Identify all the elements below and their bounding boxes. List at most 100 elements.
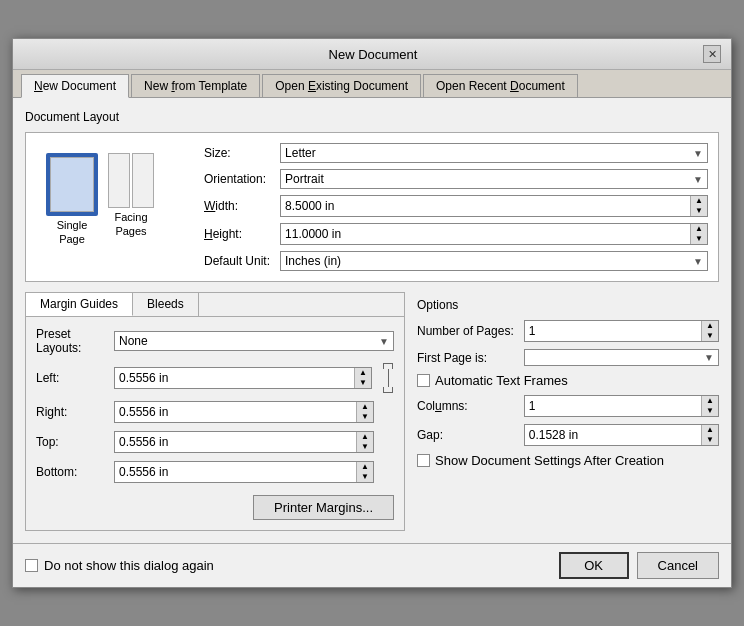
columns-spin-buttons: ▲ ▼ — [701, 396, 718, 416]
title-bar: New Document ✕ — [13, 39, 731, 70]
left-up-button[interactable]: ▲ — [355, 368, 371, 378]
width-label: Width: — [204, 199, 270, 213]
num-pages-field[interactable]: ▲ ▼ — [524, 320, 719, 342]
single-page-option[interactable]: SinglePage — [46, 153, 98, 247]
left-field[interactable]: ▲ ▼ — [114, 367, 372, 389]
tab-bar: New Document New from Template Open Exis… — [13, 70, 731, 98]
gap-down-button[interactable]: ▼ — [702, 435, 718, 445]
right-margin-row: Right: ▲ ▼ — [36, 401, 394, 423]
single-page-icon — [50, 157, 94, 212]
preset-layouts-row: Preset Layouts: None ▼ — [36, 327, 394, 355]
height-spin-buttons: ▲ ▼ — [690, 224, 707, 244]
columns-up-button[interactable]: ▲ — [702, 396, 718, 406]
gap-input[interactable] — [525, 425, 701, 445]
options-section: Options Number of Pages: ▲ ▼ First Page … — [417, 292, 719, 531]
tab-new-document[interactable]: New Document — [21, 74, 129, 98]
width-input[interactable] — [281, 196, 690, 216]
tab-new-template-label: New from Template — [144, 79, 247, 93]
right-down-button[interactable]: ▼ — [357, 412, 373, 422]
right-field[interactable]: ▲ ▼ — [114, 401, 374, 423]
bottom-margin-row: Bottom: ▲ ▼ — [36, 461, 394, 483]
bottom-field[interactable]: ▲ ▼ — [114, 461, 374, 483]
facing-pages-label: FacingPages — [114, 210, 147, 239]
gap-label: Gap: — [417, 428, 514, 442]
num-pages-down-button[interactable]: ▼ — [702, 331, 718, 341]
inner-tab-bar: Margin Guides Bleeds — [26, 293, 404, 317]
bottom-buttons: OK Cancel — [559, 552, 719, 579]
dialog-title: New Document — [43, 47, 703, 62]
auto-text-frames-label: Automatic Text Frames — [435, 373, 568, 388]
num-pages-up-button[interactable]: ▲ — [702, 321, 718, 331]
auto-text-frames-checkbox[interactable] — [417, 374, 430, 387]
right-spin-buttons: ▲ ▼ — [356, 402, 373, 422]
size-select[interactable]: Letter ▼ — [280, 143, 708, 163]
height-input[interactable] — [281, 224, 690, 244]
right-input[interactable] — [115, 402, 356, 422]
tab-open-recent-label: Open Recent Document — [436, 79, 565, 93]
tab-bleeds-label: Bleeds — [147, 297, 184, 311]
preset-layouts-select[interactable]: None ▼ — [114, 331, 394, 351]
ok-button[interactable]: OK — [559, 552, 629, 579]
tab-margin-guides-label: Margin Guides — [40, 297, 118, 311]
tab-new-template[interactable]: New from Template — [131, 74, 260, 97]
width-down-button[interactable]: ▼ — [691, 206, 707, 216]
top-label: Top: — [36, 435, 106, 449]
first-page-arrow-icon: ▼ — [704, 352, 714, 363]
tab-open-recent[interactable]: Open Recent Document — [423, 74, 578, 97]
default-unit-label: Default Unit: — [204, 254, 270, 268]
default-unit-value: Inches (in) — [285, 254, 341, 268]
bottom-down-button[interactable]: ▼ — [357, 472, 373, 482]
width-field[interactable]: ▲ ▼ — [280, 195, 708, 217]
first-page-select[interactable]: ▼ — [524, 349, 719, 366]
top-down-button[interactable]: ▼ — [357, 442, 373, 452]
height-down-button[interactable]: ▼ — [691, 234, 707, 244]
left-spin-buttons: ▲ ▼ — [354, 368, 371, 388]
columns-input[interactable] — [525, 396, 701, 416]
margin-guides-section: Margin Guides Bleeds Preset Layouts: Non… — [25, 292, 405, 531]
num-pages-input[interactable] — [525, 321, 701, 341]
first-page-label: First Page is: — [417, 351, 514, 365]
auto-text-frames-row: Automatic Text Frames — [417, 373, 719, 388]
tab-open-existing[interactable]: Open Existing Document — [262, 74, 421, 97]
gap-up-button[interactable]: ▲ — [702, 425, 718, 435]
top-field[interactable]: ▲ ▼ — [114, 431, 374, 453]
default-unit-select[interactable]: Inches (in) ▼ — [280, 251, 708, 271]
bottom-label: Bottom: — [36, 465, 106, 479]
show-settings-checkbox[interactable] — [417, 454, 430, 467]
height-field[interactable]: ▲ ▼ — [280, 223, 708, 245]
options-grid: Number of Pages: ▲ ▼ First Page is: ▼ — [417, 320, 719, 468]
preset-layouts-arrow-icon: ▼ — [379, 336, 389, 347]
bottom-up-button[interactable]: ▲ — [357, 462, 373, 472]
tab-margin-guides[interactable]: Margin Guides — [26, 293, 133, 316]
num-pages-spin-buttons: ▲ ▼ — [701, 321, 718, 341]
gap-field[interactable]: ▲ ▼ — [524, 424, 719, 446]
tab-bleeds[interactable]: Bleeds — [133, 293, 199, 316]
close-button[interactable]: ✕ — [703, 45, 721, 63]
width-up-button[interactable]: ▲ — [691, 196, 707, 206]
preset-layouts-label: Preset Layouts: — [36, 327, 106, 355]
dialog-body: Document Layout SinglePage — [13, 98, 731, 543]
columns-field[interactable]: ▲ ▼ — [524, 395, 719, 417]
size-value: Letter — [285, 146, 316, 160]
facing-left-page — [108, 153, 130, 208]
columns-down-button[interactable]: ▼ — [702, 406, 718, 416]
layout-right-fields: Size: Letter ▼ Orientation: Portrait ▼ W… — [204, 143, 708, 271]
bottom-input[interactable] — [115, 462, 356, 482]
top-spin-buttons: ▲ ▼ — [356, 432, 373, 452]
top-up-button[interactable]: ▲ — [357, 432, 373, 442]
facing-pages-option[interactable]: FacingPages — [108, 153, 154, 239]
do-not-show-checkbox[interactable] — [25, 559, 38, 572]
top-margin-row: Top: ▲ ▼ — [36, 431, 394, 453]
left-down-button[interactable]: ▼ — [355, 378, 371, 388]
top-input[interactable] — [115, 432, 356, 452]
left-input[interactable] — [115, 368, 354, 388]
right-up-button[interactable]: ▲ — [357, 402, 373, 412]
size-label: Size: — [204, 146, 270, 160]
cancel-button[interactable]: Cancel — [637, 552, 719, 579]
single-page-label: SinglePage — [57, 218, 88, 247]
orientation-select[interactable]: Portrait ▼ — [280, 169, 708, 189]
printer-margins-button[interactable]: Printer Margins... — [253, 495, 394, 520]
gap-spin-buttons: ▲ ▼ — [701, 425, 718, 445]
tab-new-document-label: New Document — [34, 79, 116, 93]
height-up-button[interactable]: ▲ — [691, 224, 707, 234]
